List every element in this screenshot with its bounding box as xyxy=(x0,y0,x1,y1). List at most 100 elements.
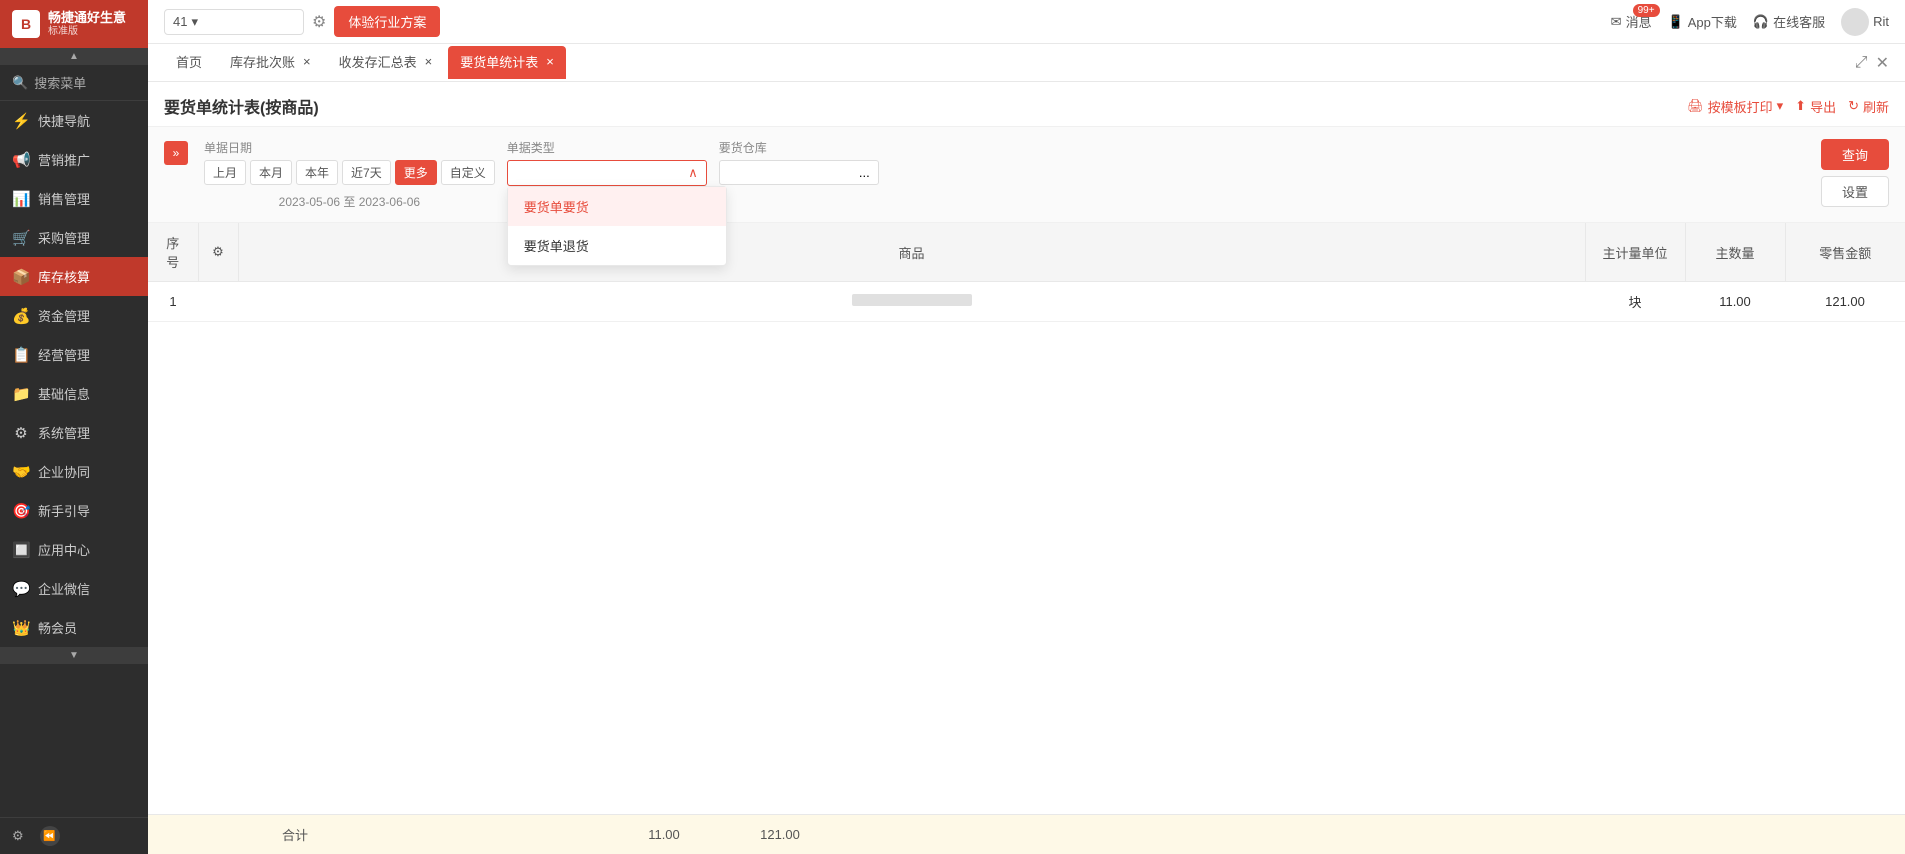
topbar-settings-icon[interactable]: ⚙ xyxy=(312,12,326,32)
print-dropdown-icon: ▾ xyxy=(1777,98,1784,114)
tab-label-home: 首页 xyxy=(176,52,202,71)
page-header: 要货单统计表(按商品) 🖨 按模板打印 ▾ ⬆ 导出 ↻ 刷新 xyxy=(148,82,1905,127)
warehouse-more-icon[interactable]: ... xyxy=(859,165,870,180)
sidebar-icon-marketing: 📢 xyxy=(12,151,30,169)
sidebar-icon-guide: 🎯 xyxy=(12,502,30,520)
sidebar-icon-wechat: 💬 xyxy=(12,580,30,598)
sidebar-item-quick-nav[interactable]: ⚡ 快捷导航 xyxy=(0,101,148,140)
sidebar-item-operations[interactable]: 📋经营管理 xyxy=(0,335,148,374)
tab-close-order-stats[interactable]: × xyxy=(546,54,554,69)
date-filter-field: 单据日期 上月 本月 本年 近7天 更多 自定义 2023-05-06 至 20… xyxy=(204,139,495,210)
warehouse-filter-input[interactable]: ... xyxy=(719,160,879,185)
sidebar-bottom: ⚙ ⏪ xyxy=(0,817,148,854)
sidebar-label-quick-nav: 快捷导航 xyxy=(38,111,90,130)
date-btn-this-month[interactable]: 本月 xyxy=(250,160,292,185)
col-header-num: 序号 xyxy=(148,223,198,282)
sidebar-label-inventory: 库存核算 xyxy=(38,267,90,286)
query-button[interactable]: 查询 xyxy=(1821,139,1889,170)
dropdown-item-order-goods[interactable]: 要货单要货 xyxy=(508,187,726,226)
sidebar-item-wechat[interactable]: 💬 企业微信 xyxy=(0,569,148,608)
sidebar-item-guide[interactable]: 🎯 新手引导 xyxy=(0,491,148,530)
table-header-row: 序号 ⚙ 商品 主计量单位 主数量 零售金额 xyxy=(148,223,1905,282)
tab-expand-button[interactable]: ⤢ xyxy=(1855,54,1868,72)
sidebar-icon-quick-nav: ⚡ xyxy=(12,112,30,130)
sidebar-item-purchase[interactable]: 🛒采购管理 xyxy=(0,218,148,257)
sidebar-item-apps[interactable]: 🔲 应用中心 xyxy=(0,530,148,569)
dropdown-item-order-return[interactable]: 要货单退货 xyxy=(508,226,726,265)
tab-close-all-icon[interactable]: ✕ xyxy=(1876,53,1889,73)
headset-icon: 🎧 xyxy=(1753,14,1769,30)
export-icon: ⬆ xyxy=(1795,98,1806,114)
sidebar-search[interactable]: 🔍 搜索菜单 xyxy=(0,65,148,101)
warehouse-filter-field: 要货仓库 ... xyxy=(719,139,879,185)
sidebar-label-member: 畅会员 xyxy=(38,618,77,637)
type-filter-chevron: ∧ xyxy=(688,165,698,181)
filter-toggle-button[interactable]: » xyxy=(164,141,188,165)
sidebar-icon-system: ⚙ xyxy=(12,424,30,442)
sidebar-item-inventory[interactable]: 📦库存核算 xyxy=(0,257,148,296)
sidebar-icon-finance: 💰 xyxy=(12,307,30,325)
sidebar-label-guide: 新手引导 xyxy=(38,501,90,520)
sidebar-label-apps: 应用中心 xyxy=(38,540,90,559)
tab-close-inventory-batch[interactable]: × xyxy=(303,54,311,69)
sidebar-search-label: 搜索菜单 xyxy=(34,73,86,92)
table-area: 序号 ⚙ 商品 主计量单位 主数量 零售金额 1 块 11.00 121.00 xyxy=(148,223,1905,814)
print-button[interactable]: 🖨 按模板打印 ▾ xyxy=(1687,97,1783,116)
date-btn-7days[interactable]: 近7天 xyxy=(342,160,391,185)
filter-actions: 查询 设置 xyxy=(1821,139,1889,207)
date-btn-more[interactable]: 更多 xyxy=(395,160,437,185)
sidebar-item-enterprise[interactable]: 🤝企业协同 xyxy=(0,452,148,491)
refresh-button[interactable]: ↻ 刷新 xyxy=(1848,97,1889,116)
type-filter-input[interactable]: ∧ xyxy=(507,160,707,186)
sidebar-item-marketing[interactable]: 📢营销推广 xyxy=(0,140,148,179)
tab-shipment-summary[interactable]: 收发存汇总表 × xyxy=(327,46,445,79)
table-row: 1 块 11.00 121.00 xyxy=(148,282,1905,322)
main-content: 41 ▾ ⚙ 体验行业方案 ✉ 消息 99+ 📱 App下载 🎧 在线客服 R xyxy=(148,0,1905,854)
col-header-amount: 零售金额 xyxy=(1785,223,1905,282)
filter-area: » 单据日期 上月 本月 本年 近7天 更多 自定义 2023 xyxy=(148,127,1905,223)
filter-settings-button[interactable]: 设置 xyxy=(1821,176,1889,207)
tab-inventory-batch[interactable]: 库存批次账 × xyxy=(218,46,323,79)
app-download[interactable]: 📱 App下载 xyxy=(1668,12,1737,31)
sidebar-label-wechat: 企业微信 xyxy=(38,579,90,598)
tab-label-inventory-batch: 库存批次账 xyxy=(230,52,295,71)
notification-icon: ✉ xyxy=(1611,14,1622,30)
topbar-left: 41 ▾ ⚙ 体验行业方案 xyxy=(164,6,1599,37)
date-filter-label: 单据日期 xyxy=(204,139,495,156)
sidebar-item-finance[interactable]: 💰 资金管理 xyxy=(0,296,148,335)
online-service-label: 在线客服 xyxy=(1773,12,1825,31)
tab-close-shipment-summary[interactable]: × xyxy=(425,54,433,69)
footer-amount: 121.00 xyxy=(730,827,830,842)
trial-button[interactable]: 体验行业方案 xyxy=(334,6,440,37)
date-buttons: 上月 本月 本年 近7天 更多 自定义 xyxy=(204,160,495,185)
sidebar-label-finance: 资金管理 xyxy=(38,306,90,325)
cell-amount: 121.00 xyxy=(1785,282,1905,322)
col-header-settings[interactable]: ⚙ xyxy=(198,223,238,282)
sidebar-scroll-up[interactable]: ▲ xyxy=(0,48,148,65)
export-button[interactable]: ⬆ 导出 xyxy=(1795,97,1836,116)
app-name: 畅捷通好生意 xyxy=(48,10,126,26)
online-service[interactable]: 🎧 在线客服 xyxy=(1753,12,1825,31)
cell-qty: 11.00 xyxy=(1685,282,1785,322)
company-dropdown-icon: ▾ xyxy=(191,14,198,30)
sidebar-item-sales[interactable]: 📊销售管理 xyxy=(0,179,148,218)
search-icon: 🔍 xyxy=(12,75,28,91)
tab-home[interactable]: 首页 xyxy=(164,46,214,79)
sidebar-scroll-down[interactable]: ▼ xyxy=(0,647,148,664)
date-btn-this-year[interactable]: 本年 xyxy=(296,160,338,185)
page-content: 要货单统计表(按商品) 🖨 按模板打印 ▾ ⬆ 导出 ↻ 刷新 » xyxy=(148,82,1905,854)
sidebar-collapse-button[interactable]: ⏪ xyxy=(40,826,60,846)
notifications[interactable]: ✉ 消息 99+ xyxy=(1611,12,1652,31)
user-avatar-area[interactable]: Rit xyxy=(1841,8,1889,36)
refresh-label: 刷新 xyxy=(1863,97,1889,116)
sidebar-item-system[interactable]: ⚙系统管理 xyxy=(0,413,148,452)
date-btn-custom[interactable]: 自定义 xyxy=(441,160,495,185)
sidebar-item-member[interactable]: 👑畅会员 xyxy=(0,608,148,647)
tab-order-stats[interactable]: 要货单统计表 × xyxy=(448,46,566,79)
sidebar-icon-apps: 🔲 xyxy=(12,541,30,559)
date-btn-last-month[interactable]: 上月 xyxy=(204,160,246,185)
sidebar-item-basic[interactable]: 📁基础信息 xyxy=(0,374,148,413)
company-selector[interactable]: 41 ▾ xyxy=(164,9,304,35)
sidebar-settings-icon[interactable]: ⚙ xyxy=(12,828,24,844)
type-filter-field: 单据类型 ∧ 要货单要货要货单退货 xyxy=(507,139,707,186)
